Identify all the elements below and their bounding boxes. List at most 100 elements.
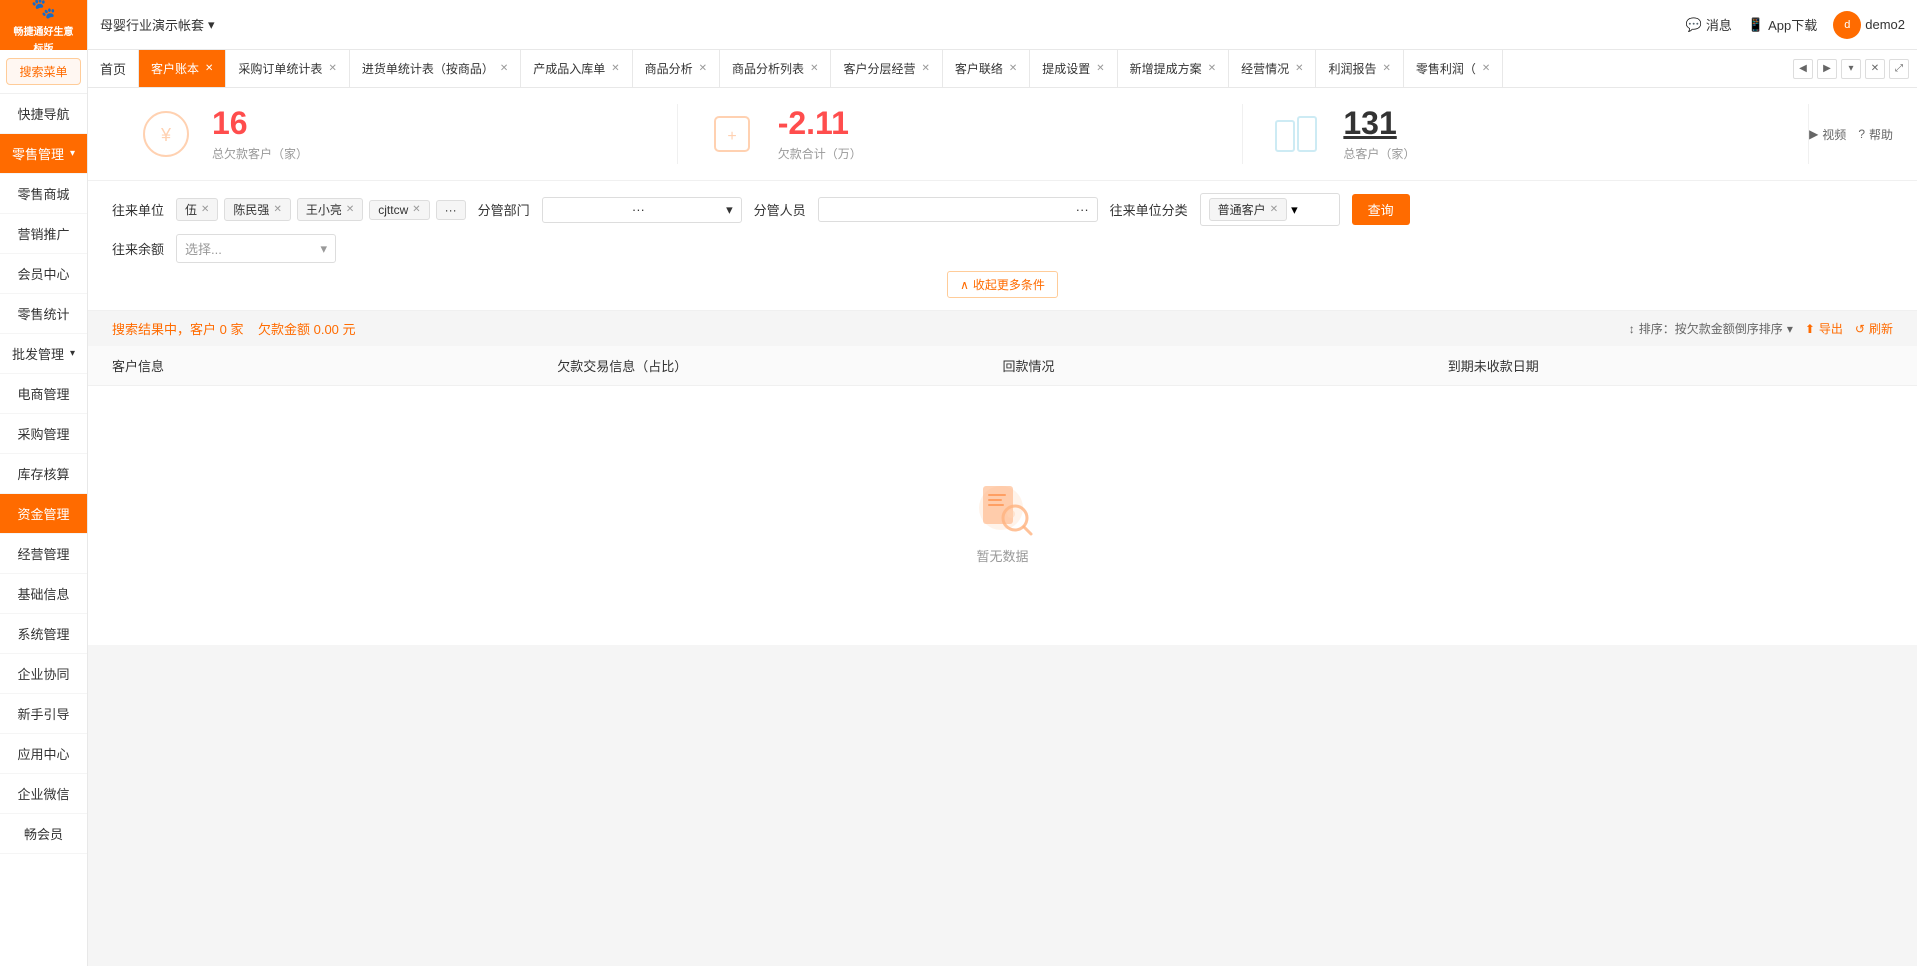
sidebar-item-vip[interactable]: 畅会员 <box>0 814 87 854</box>
search-menu-button[interactable]: 搜索菜单 <box>6 58 81 85</box>
video-icon: ▶ <box>1809 127 1818 141</box>
sidebar-item-wholesale[interactable]: 批发管理 ▾ <box>0 334 87 374</box>
sidebar-item-finance[interactable]: 资金管理 <box>0 494 87 534</box>
tab-home[interactable]: 首页 <box>88 50 139 88</box>
sidebar-item-marketing[interactable]: 营销推广 <box>0 214 87 254</box>
dept-chevron-icon: ▾ <box>726 202 733 218</box>
user-menu[interactable]: d demo2 <box>1833 11 1905 39</box>
balance-select[interactable]: 选择... ▾ <box>176 234 336 263</box>
tab-purchase-order[interactable]: 采购订单统计表 ✕ <box>226 50 349 88</box>
account-selector[interactable]: 母婴行业演示帐套 ▾ <box>100 15 215 34</box>
refresh-button[interactable]: ↺ 刷新 <box>1855 320 1893 337</box>
stat-value-debt: -2.11 <box>778 106 862 141</box>
tab-new-commission[interactable]: 新增提成方案 ✕ <box>1118 50 1229 88</box>
collapse-button[interactable]: ∧ 收起更多条件 <box>947 271 1058 298</box>
tab-close-icon[interactable]: ✕ <box>1096 63 1104 74</box>
more-tags-button[interactable]: ··· <box>436 200 466 220</box>
category-select[interactable]: 普通客户 ✕ ▾ <box>1200 193 1340 226</box>
dept-select[interactable]: ··· ▾ <box>542 197 742 223</box>
tag-close-cjttcw[interactable]: ✕ <box>412 204 420 215</box>
stat-value-customers: 16 <box>212 106 308 141</box>
filter-area: 往来单位 伍 ✕ 陈民强 ✕ 王小亮 ✕ cjttcw <box>88 181 1917 311</box>
tab-close-icon[interactable]: ✕ <box>1482 63 1490 74</box>
tab-close-icon[interactable]: ✕ <box>205 63 213 74</box>
tab-product-analysis[interactable]: 商品分析 ✕ <box>633 50 720 88</box>
sidebar-item-enterprise[interactable]: 企业协同 <box>0 654 87 694</box>
sidebar-item-purchase[interactable]: 采购管理 <box>0 414 87 454</box>
balance-chevron-icon: ▾ <box>320 241 327 257</box>
empty-illustration <box>963 466 1043 546</box>
tab-profit-report[interactable]: 利润报告 ✕ <box>1316 50 1403 88</box>
tag-close-wang[interactable]: ✕ <box>346 204 354 215</box>
tab-expand-button[interactable]: ⤢ <box>1889 59 1909 79</box>
tag-close-wu[interactable]: ✕ <box>201 204 209 215</box>
tab-customer-contact[interactable]: 客户联络 ✕ <box>943 50 1030 88</box>
tab-close-icon[interactable]: ✕ <box>1208 63 1216 74</box>
tab-next-button[interactable]: ▶ <box>1817 59 1837 79</box>
tab-close-icon[interactable]: ✕ <box>1295 63 1303 74</box>
tab-production-inbound[interactable]: 产成品入库单 ✕ <box>521 50 632 88</box>
sidebar-item-member[interactable]: 会员中心 <box>0 254 87 294</box>
sidebar-item-inventory[interactable]: 库存核算 <box>0 454 87 494</box>
sidebar-item-quick-nav[interactable]: 快捷导航 <box>0 94 87 134</box>
tab-navigation: ◀ ▶ ▾ ✕ ⤢ <box>1785 59 1917 79</box>
sidebar-item-newbie[interactable]: 新手引导 <box>0 694 87 734</box>
sidebar-item-ecommerce[interactable]: 电商管理 <box>0 374 87 414</box>
tag-close-chen[interactable]: ✕ <box>273 204 281 215</box>
sort-button[interactable]: ↕ 排序：按欠款金额倒序排序 ▾ <box>1629 320 1793 337</box>
tab-close-icon[interactable]: ✕ <box>810 63 818 74</box>
tab-close-icon[interactable]: ✕ <box>500 63 508 74</box>
tab-close-icon[interactable]: ✕ <box>1009 63 1017 74</box>
account-name: 母婴行业演示帐套 <box>100 15 204 34</box>
stat-value-total: 131 <box>1343 106 1415 141</box>
chevron-down-icon: ▾ <box>70 148 75 159</box>
svg-text:¥: ¥ <box>160 125 172 145</box>
sidebar-item-operations[interactable]: 经营管理 <box>0 534 87 574</box>
person-select-dots: ··· <box>1076 202 1089 217</box>
tab-close-icon[interactable]: ✕ <box>699 63 707 74</box>
tab-operations[interactable]: 经营情况 ✕ <box>1229 50 1316 88</box>
export-icon: ⬆ <box>1805 322 1815 336</box>
query-button[interactable]: 查询 <box>1352 194 1410 225</box>
sidebar-item-retail-stats[interactable]: 零售统计 <box>0 294 87 334</box>
filter-tags-unit: 伍 ✕ 陈民强 ✕ 王小亮 ✕ cjttcw ✕ ··· <box>176 198 466 221</box>
tab-prev-button[interactable]: ◀ <box>1793 59 1813 79</box>
video-help-area: ▶ 视频 ? 帮助 <box>1809 126 1893 143</box>
app-download-button[interactable]: 📱 App下载 <box>1748 15 1817 34</box>
video-link[interactable]: ▶ 视频 <box>1809 126 1846 143</box>
sidebar-item-retail[interactable]: 零售管理 ▾ <box>0 134 87 174</box>
debt-icon: + <box>702 104 762 164</box>
sidebar-item-app-center[interactable]: 应用中心 <box>0 734 87 774</box>
tab-retail-profit[interactable]: 零售利润（ ✕ <box>1404 50 1503 88</box>
col-repayment: 回款情况 <box>1003 356 1448 375</box>
messages-button[interactable]: 💬 消息 <box>1686 15 1732 34</box>
sidebar-item-retail-mall[interactable]: 零售商城 <box>0 174 87 214</box>
tab-inbound-stats[interactable]: 进货单统计表（按商品） ✕ <box>350 50 521 88</box>
tag-close-normal[interactable]: ✕ <box>1270 204 1278 215</box>
tab-customer-ledger[interactable]: 客户账本 ✕ <box>139 50 226 88</box>
tab-commission-settings[interactable]: 提成设置 ✕ <box>1030 50 1117 88</box>
stat-label-debt: 欠款合计（万） <box>778 145 862 162</box>
tab-close-all-button[interactable]: ✕ <box>1865 59 1885 79</box>
tab-customer-stratification[interactable]: 客户分层经营 ✕ <box>831 50 942 88</box>
results-actions: ↕ 排序：按欠款金额倒序排序 ▾ ⬆ 导出 ↺ 刷新 <box>1629 320 1893 337</box>
export-button[interactable]: ⬆ 导出 <box>1805 320 1843 337</box>
tab-close-icon[interactable]: ✕ <box>1383 63 1391 74</box>
tab-product-analysis-list[interactable]: 商品分析列表 ✕ <box>720 50 831 88</box>
tab-menu-button[interactable]: ▾ <box>1841 59 1861 79</box>
tab-close-icon[interactable]: ✕ <box>328 63 336 74</box>
category-tags: 普通客户 ✕ <box>1209 198 1287 221</box>
sidebar-item-basic-info[interactable]: 基础信息 <box>0 574 87 614</box>
stats-bar: ¥ 16 总欠款客户（家） + -2.11 欠款合计（ <box>88 88 1917 181</box>
person-select[interactable]: ··· <box>818 197 1098 222</box>
tab-close-icon[interactable]: ✕ <box>921 63 929 74</box>
table-header: 客户信息 欠款交易信息（占比） 回款情况 到期未收款日期 <box>88 346 1917 386</box>
sidebar-item-system[interactable]: 系统管理 <box>0 614 87 654</box>
results-bar: 搜索结果中，客户 0 家 欠款金额 0.00 元 ↕ 排序：按欠款金额倒序排序 … <box>88 311 1917 346</box>
message-icon: 💬 <box>1686 17 1702 33</box>
content-area: ¥ 16 总欠款客户（家） + -2.11 欠款合计（ <box>88 88 1917 966</box>
help-link[interactable]: ? 帮助 <box>1858 126 1893 143</box>
tab-close-icon[interactable]: ✕ <box>611 63 619 74</box>
sidebar-item-wechat[interactable]: 企业微信 <box>0 774 87 814</box>
stat-card-total: 131 总客户（家） <box>1243 104 1809 164</box>
